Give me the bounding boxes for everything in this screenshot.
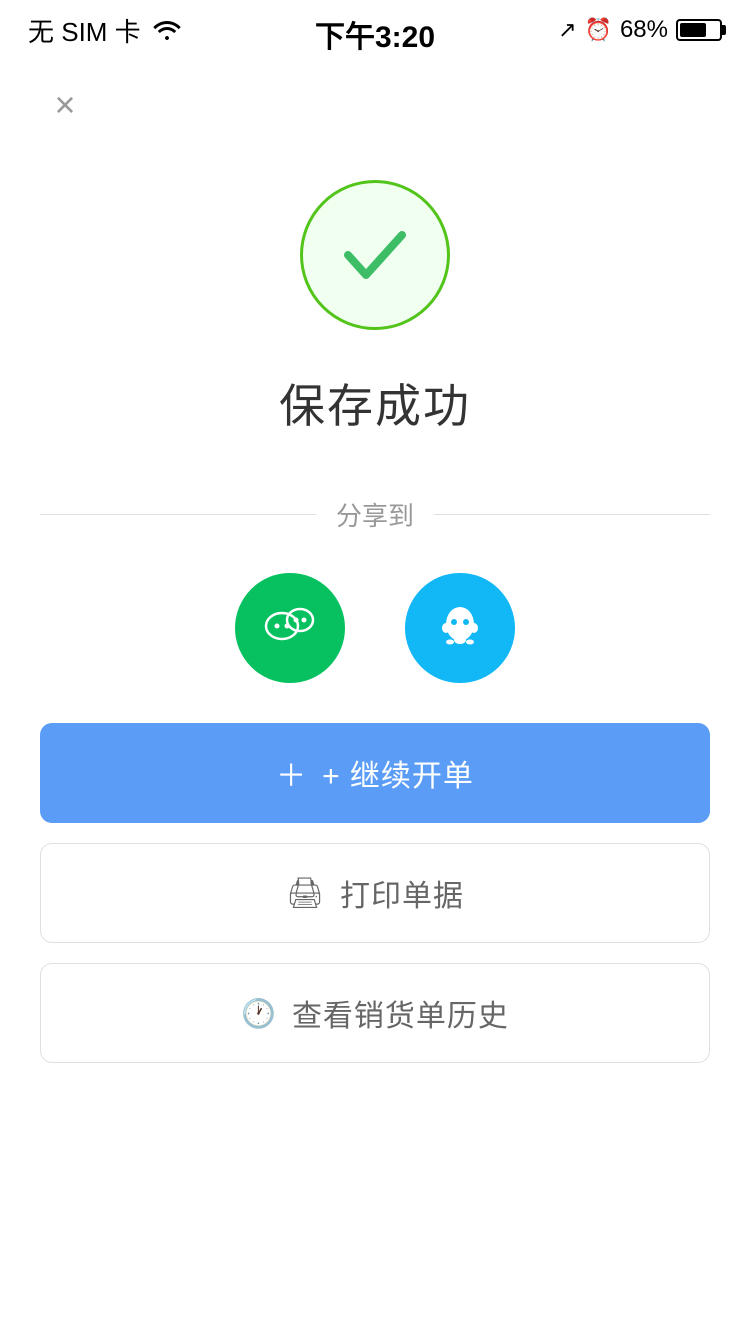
status-left: 无 SIM 卡 [28,12,183,49]
close-icon: × [54,87,75,123]
share-label: 分享到 [336,496,414,533]
status-time: 下午3:20 [315,12,435,56]
action-buttons: ＋ + 继续开单 🖨 打印单据 🕐 查看销货单历史 [40,723,710,1063]
battery-fill [680,23,706,37]
share-divider: 分享到 [40,496,710,533]
status-right: ↗ ⏰ 68% [558,16,722,44]
continue-label: + 继续开单 [322,751,474,795]
share-icons [40,573,710,683]
print-button[interactable]: 🖨 打印单据 [40,843,710,943]
carrier-label: 无 SIM 卡 [28,12,141,49]
continue-button[interactable]: ＋ + 继续开单 [40,723,710,823]
share-section: 分享到 [40,496,710,683]
battery-indicator [676,19,722,41]
alarm-icon: ⏰ [585,17,612,43]
wechat-icon [260,598,320,658]
wifi-icon [151,18,183,42]
battery-percent: 68% [620,16,668,44]
success-circle [300,180,450,330]
checkmark-icon [340,225,410,285]
location-icon: ↗ [558,17,576,43]
history-button[interactable]: 🕐 查看销货单历史 [40,963,710,1063]
status-bar: 无 SIM 卡 下午3:20 ↗ ⏰ 68% [0,0,750,60]
history-label: 查看销货单历史 [292,991,509,1035]
plus-icon: ＋ [276,751,306,795]
history-icon: 🕐 [241,997,276,1030]
main-content: × 保存成功 分享到 [0,60,750,1103]
qq-icon [430,598,490,658]
print-icon: 🖨 [286,876,324,911]
success-section: 保存成功 [40,160,710,476]
close-button[interactable]: × [40,80,90,130]
success-title: 保存成功 [279,370,471,436]
wechat-share-button[interactable] [235,573,345,683]
print-label: 打印单据 [340,871,464,915]
qq-share-button[interactable] [405,573,515,683]
